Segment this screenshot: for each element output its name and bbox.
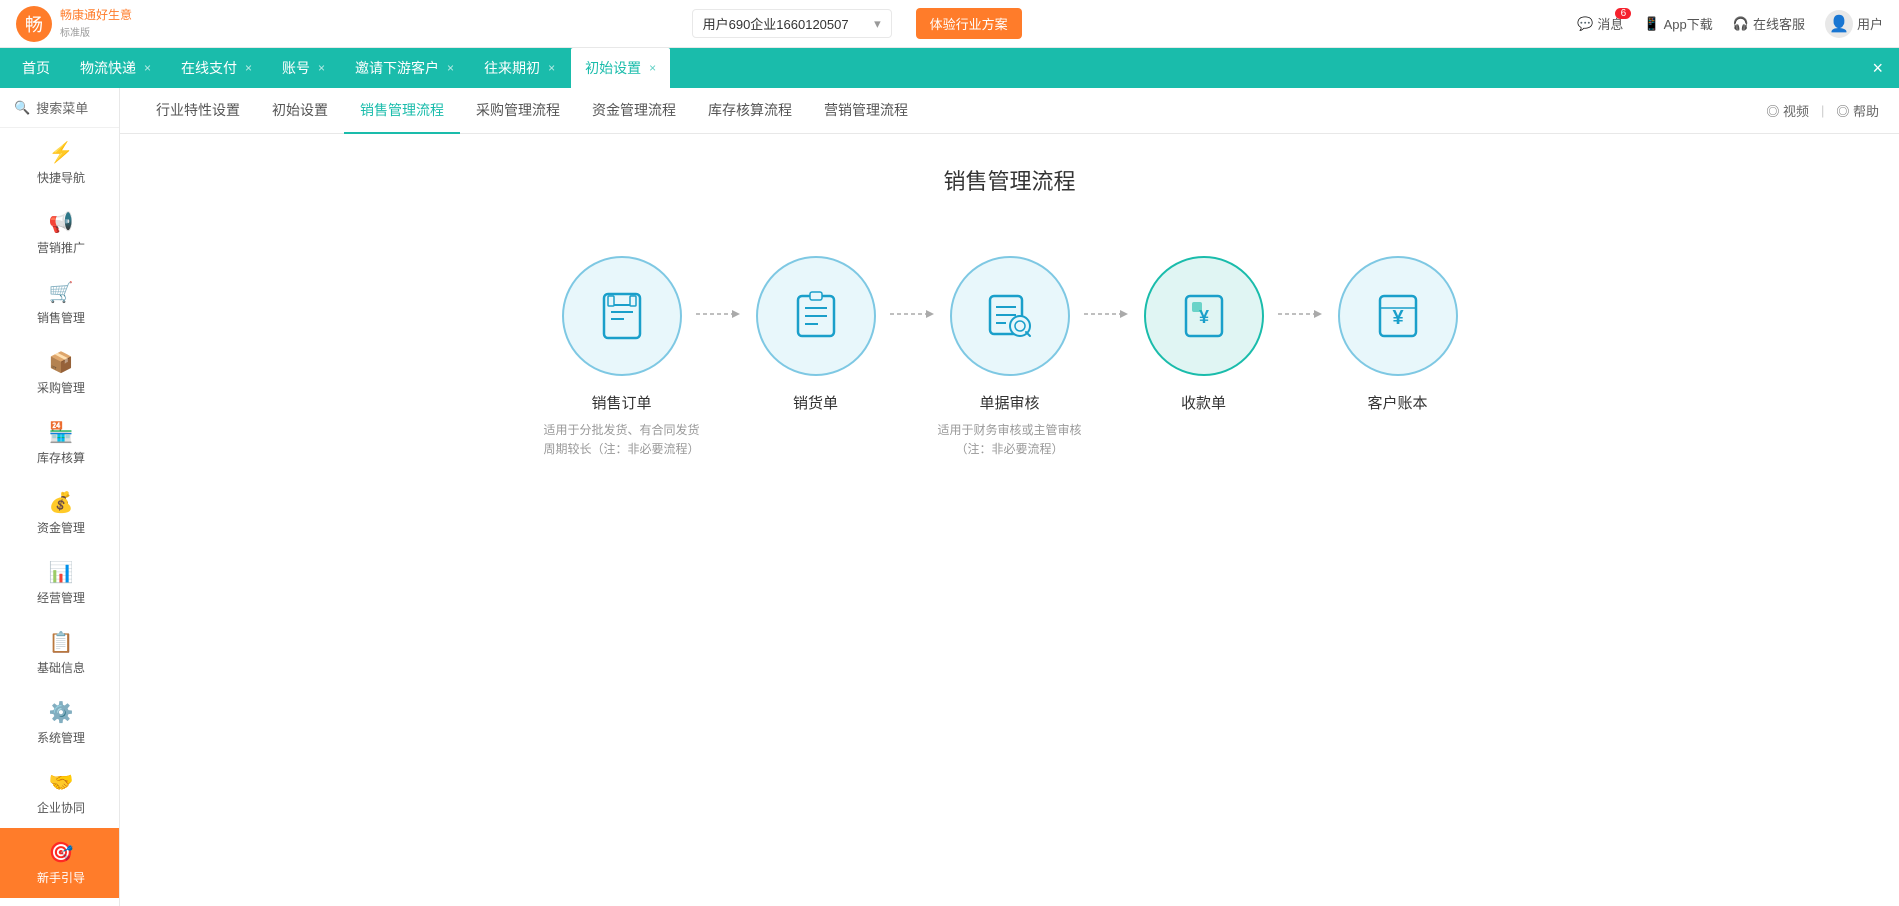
enterprise-icon: 🤝 [49, 770, 74, 795]
sidebar-item-guide[interactable]: 🎯 新手引导 [0, 828, 119, 898]
user-selector-text: 用户690企业1660120507 [703, 14, 849, 33]
sidebar-item-marketing[interactable]: 📢 营销推广 [0, 198, 119, 268]
message-button[interactable]: 💬 消息 6 [1577, 14, 1623, 33]
flow-label-sales-order: 销售订单 [591, 392, 651, 413]
page-title: 销售管理流程 [160, 164, 1859, 196]
sidebar-item-enterprise[interactable]: 🤝 企业协同 [0, 758, 119, 828]
page-content: 销售管理流程 销售订单 [120, 134, 1899, 906]
tab-close-logistics[interactable]: × [144, 61, 151, 75]
flow-step-review: 单据审核 适用于财务审核或主管审核（注：非必要流程） [930, 256, 1090, 459]
close-all-tabs-button[interactable]: × [1864, 58, 1891, 79]
sidebar-item-purchase[interactable]: 📦 采购管理 [0, 338, 119, 408]
logo-sub: 标准版 [60, 24, 132, 39]
finance-icon: 💰 [49, 490, 74, 515]
flow-label-receipt: 收款单 [1181, 392, 1226, 413]
tab-payment[interactable]: 在线支付 × [167, 48, 266, 88]
guide-icon: 🎯 [49, 840, 74, 865]
tab-close-initial[interactable]: × [649, 61, 656, 75]
main-layout: 🔍 搜索菜单 ⚡ 快捷导航 📢 营销推广 🛒 销售管理 📦 采购管理 🏪 库存核… [0, 88, 1899, 906]
flow-diagram: 销售订单 适用于分批发货、有合同发货周期较长（注：非必要流程） [160, 256, 1859, 459]
online-service-button[interactable]: 🎧 在线客服 [1733, 14, 1805, 33]
nav-tabs: 首页 物流快递 × 在线支付 × 账号 × 邀请下游客户 × 往来期初 × 初始… [0, 48, 1899, 88]
operations-icon: 📊 [49, 560, 74, 585]
flow-circle-receipt[interactable]: ¥ [1144, 256, 1264, 376]
flow-label-review: 单据审核 [979, 392, 1039, 413]
logo-area: 畅 畅康通好生意 标准版 [16, 6, 136, 42]
sub-tabs: 行业特性设置 初始设置 销售管理流程 采购管理流程 资金管理流程 库存核算流程 … [120, 88, 1899, 134]
sidebar-item-sales[interactable]: 🛒 销售管理 [0, 268, 119, 338]
sub-tab-inventory-flow[interactable]: 库存核算流程 [692, 88, 808, 134]
flow-desc-sales-order: 适用于分批发货、有合同发货周期较长（注：非必要流程） [542, 421, 702, 459]
chevron-down-icon: ▾ [874, 16, 881, 32]
tab-close-account[interactable]: × [318, 61, 325, 75]
system-icon: ⚙️ [49, 700, 74, 725]
avatar: 👤 [1825, 10, 1853, 38]
tab-close-period[interactable]: × [548, 61, 555, 75]
flow-desc-review: 适用于财务审核或主管审核（注：非必要流程） [930, 421, 1090, 459]
sidebar-item-finance[interactable]: 💰 资金管理 [0, 478, 119, 548]
svg-text:¥: ¥ [1392, 307, 1404, 329]
flow-label-ledger: 客户账本 [1367, 392, 1427, 413]
sales-icon: 🛒 [49, 280, 74, 305]
sub-tab-marketing-flow[interactable]: 营销管理流程 [808, 88, 924, 134]
purchase-icon: 📦 [49, 350, 74, 375]
flow-step-delivery: 销货单 [736, 256, 896, 421]
video-link[interactable]: ◎ 视频 [1766, 101, 1809, 120]
message-icon: 💬 [1577, 16, 1593, 32]
user-selector[interactable]: 用户690企业1660120507 ▾ [692, 9, 892, 38]
sidebar: 🔍 搜索菜单 ⚡ 快捷导航 📢 营销推广 🛒 销售管理 📦 采购管理 🏪 库存核… [0, 88, 120, 906]
sub-tab-actions: ◎ 视频 | ◎ 帮助 [1766, 101, 1879, 120]
sub-tab-industry[interactable]: 行业特性设置 [140, 88, 256, 134]
download-icon: 📱 [1643, 16, 1659, 32]
app-download-button[interactable]: 📱 App下载 [1643, 14, 1712, 33]
sub-tab-sales-flow[interactable]: 销售管理流程 [344, 88, 460, 134]
inventory-icon: 🏪 [49, 420, 74, 445]
flow-circle-sales-order[interactable] [562, 256, 682, 376]
flow-label-delivery: 销货单 [793, 392, 838, 413]
sub-tab-initial[interactable]: 初始设置 [256, 88, 344, 134]
sidebar-item-app-center[interactable]: 📱 应用中心 [0, 898, 119, 906]
top-header: 畅 畅康通好生意 标准版 用户690企业1660120507 ▾ 体验行业方案 … [0, 0, 1899, 48]
sub-tab-finance-flow[interactable]: 资金管理流程 [576, 88, 692, 134]
logo-text: 畅康通好生意 [60, 8, 132, 24]
help-link[interactable]: ◎ 帮助 [1836, 101, 1879, 120]
sidebar-item-inventory[interactable]: 🏪 库存核算 [0, 408, 119, 478]
sub-tab-purchase-flow[interactable]: 采购管理流程 [460, 88, 576, 134]
basic-info-icon: 📋 [49, 630, 74, 655]
user-avatar-button[interactable]: 👤 用户 [1825, 10, 1883, 38]
header-right: 💬 消息 6 📱 App下载 🎧 在线客服 👤 用户 [1577, 10, 1883, 38]
flow-step-receipt: ¥ 收款单 [1124, 256, 1284, 421]
content-area: 行业特性设置 初始设置 销售管理流程 采购管理流程 资金管理流程 库存核算流程 … [120, 88, 1899, 906]
logo-icon: 畅 [16, 6, 52, 42]
tab-close-payment[interactable]: × [245, 61, 252, 75]
tab-initial-setup[interactable]: 初始设置 × [571, 48, 670, 88]
sidebar-item-basic-info[interactable]: 📋 基础信息 [0, 618, 119, 688]
message-badge: 6 [1615, 8, 1631, 19]
flow-circle-ledger[interactable]: ¥ [1338, 256, 1458, 376]
service-icon: 🎧 [1733, 16, 1749, 32]
flow-step-ledger: ¥ 客户账本 [1318, 256, 1478, 421]
flow-circle-review[interactable] [950, 256, 1070, 376]
experience-button[interactable]: 体验行业方案 [916, 8, 1022, 39]
sidebar-item-system[interactable]: ⚙️ 系统管理 [0, 688, 119, 758]
flow-step-sales-order: 销售订单 适用于分批发货、有合同发货周期较长（注：非必要流程） [542, 256, 702, 459]
tab-logistics[interactable]: 物流快递 × [66, 48, 165, 88]
marketing-icon: 📢 [49, 210, 74, 235]
sidebar-search[interactable]: 🔍 搜索菜单 [0, 88, 119, 128]
tab-home[interactable]: 首页 [8, 48, 64, 88]
flow-circle-delivery[interactable] [756, 256, 876, 376]
tab-account[interactable]: 账号 × [268, 48, 339, 88]
tab-close-invite[interactable]: × [447, 61, 454, 75]
tab-period[interactable]: 往来期初 × [470, 48, 569, 88]
quick-nav-icon: ⚡ [49, 140, 74, 165]
sidebar-item-operations[interactable]: 📊 经营管理 [0, 548, 119, 618]
search-icon: 🔍 [14, 100, 30, 116]
sidebar-item-quick-nav[interactable]: ⚡ 快捷导航 [0, 128, 119, 198]
tab-invite[interactable]: 邀请下游客户 × [341, 48, 468, 88]
